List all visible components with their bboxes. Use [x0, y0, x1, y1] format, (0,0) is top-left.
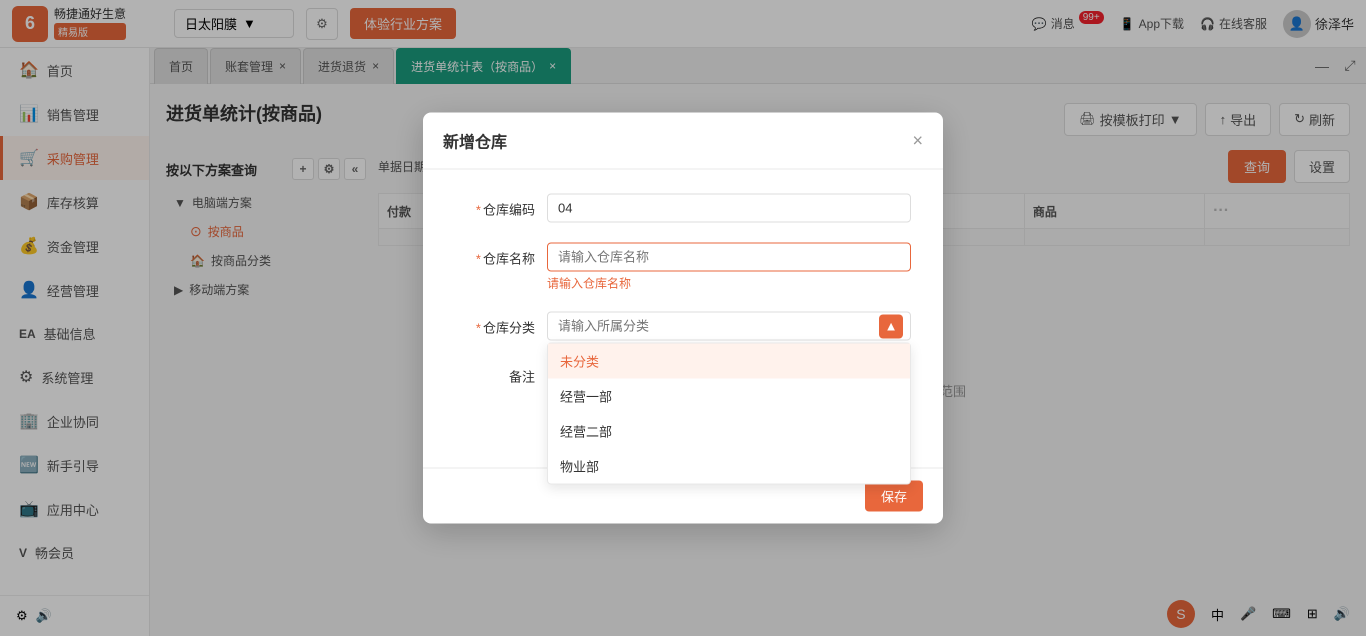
modal-body: 仓库编码 仓库名称 请输入仓库名称 仓库分类 ▲ 未分类 — [423, 170, 943, 468]
name-input[interactable] — [547, 243, 911, 272]
code-input[interactable] — [547, 194, 911, 223]
category-select-wrapper: ▲ — [547, 312, 911, 341]
modal-title: 新增仓库 — [443, 129, 507, 153]
code-control — [547, 194, 911, 223]
category-dropdown-list: 未分类 经营一部 经营二部 物业部 — [547, 343, 911, 485]
category-label: 仓库分类 — [455, 312, 535, 337]
category-input[interactable] — [547, 312, 911, 341]
modal-close-button[interactable]: × — [912, 130, 923, 151]
note-label: 备注 — [455, 361, 535, 386]
modal-header: 新增仓库 × — [423, 113, 943, 170]
name-error-msg: 请输入仓库名称 — [547, 275, 911, 292]
name-label: 仓库名称 — [455, 243, 535, 268]
dropdown-item-uncategorized[interactable]: 未分类 — [548, 344, 910, 379]
save-button[interactable]: 保存 — [865, 481, 923, 512]
form-row-name: 仓库名称 请输入仓库名称 — [455, 243, 911, 292]
name-control: 请输入仓库名称 — [547, 243, 911, 292]
dropdown-item-dept1[interactable]: 经营一部 — [548, 379, 910, 414]
category-chevron-icon[interactable]: ▲ — [879, 314, 903, 338]
form-row-code: 仓库编码 — [455, 194, 911, 223]
dropdown-item-dept2[interactable]: 经营二部 — [548, 414, 910, 449]
dropdown-item-property[interactable]: 物业部 — [548, 449, 910, 484]
form-row-category: 仓库分类 ▲ 未分类 经营一部 经营二部 物业部 — [455, 312, 911, 341]
code-label: 仓库编码 — [455, 194, 535, 219]
new-warehouse-modal: 新增仓库 × 仓库编码 仓库名称 请输入仓库名称 仓库分类 ▲ — [423, 113, 943, 524]
category-control: ▲ 未分类 经营一部 经营二部 物业部 — [547, 312, 911, 341]
